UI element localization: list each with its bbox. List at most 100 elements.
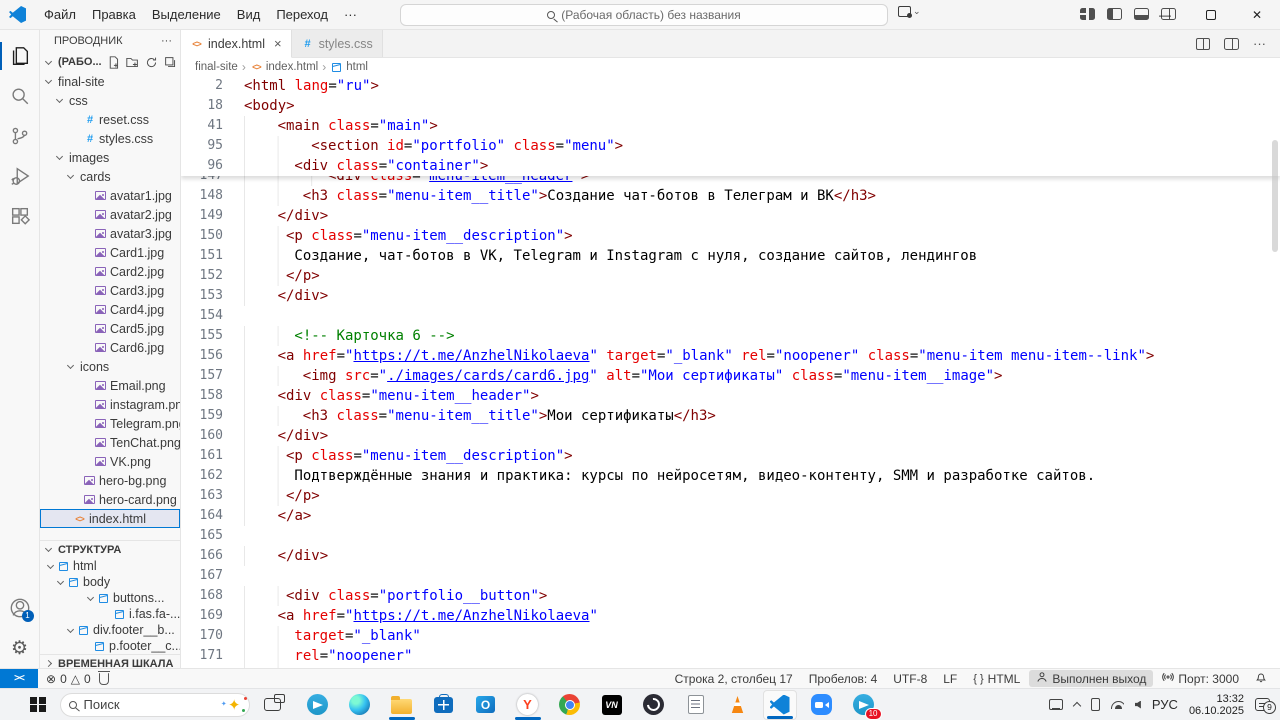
settings-gear-icon[interactable]: ⚙ <box>0 628 40 668</box>
line-number[interactable]: 155 <box>181 326 223 346</box>
code-line[interactable]: 95 <section id = "portfolio" class = "menu" > <box>181 136 1280 156</box>
problems-status[interactable]: ⊗ 0 △ 0 <box>38 670 117 686</box>
code-line[interactable]: 166 </div> <box>181 546 1280 566</box>
status-port[interactable]: Порт: 3000 <box>1155 670 1246 687</box>
tree-item[interactable]: TenChat.png <box>40 433 180 452</box>
line-number[interactable]: 41 <box>181 116 223 136</box>
new-folder-icon[interactable] <box>125 56 139 69</box>
tree-item[interactable]: Card3.jpg <box>40 281 180 300</box>
line-number[interactable]: 2 <box>181 76 223 96</box>
notification-center-icon[interactable]: 9 <box>1255 698 1276 714</box>
code-line[interactable]: 160 </div> <box>181 426 1280 446</box>
code-line[interactable]: 2 <html lang = "ru" > <box>181 76 1280 96</box>
taskbar-app-zoom[interactable] <box>805 690 839 720</box>
outline-item[interactable]: div.footer__b... <box>40 622 180 638</box>
tree-item[interactable]: cards <box>40 167 180 186</box>
tree-item[interactable]: final-site <box>40 72 180 91</box>
taskbar-app-store[interactable] <box>427 690 461 720</box>
timeline-section-header[interactable]: ВРЕМЕННАЯ ШКАЛА <box>40 654 180 668</box>
line-number[interactable]: 95 <box>181 136 223 156</box>
menubar-item[interactable]: Выделение <box>144 3 229 26</box>
tree-item[interactable]: # reset.css <box>40 110 180 129</box>
line-number[interactable]: 147 <box>181 176 223 186</box>
collapse-folders-icon[interactable] <box>164 56 177 69</box>
status-bell[interactable] <box>1248 670 1274 687</box>
command-center[interactable]: (Рабочая область) без названия <box>400 4 888 26</box>
code-line[interactable]: 155 <!-- Карточка 6 --> <box>181 326 1280 346</box>
code-line[interactable]: 149 </div> <box>181 206 1280 226</box>
line-number[interactable]: 171 <box>181 646 223 666</box>
close-button[interactable]: ✕ <box>1234 0 1280 30</box>
menubar-item[interactable]: Вид <box>229 3 269 26</box>
line-number[interactable]: 96 <box>181 156 223 176</box>
code-line[interactable]: 154 <box>181 306 1280 326</box>
tree-item[interactable]: <> index.html <box>40 509 180 528</box>
outline-item[interactable]: body <box>40 574 180 590</box>
taskbar-app-chrome[interactable] <box>553 690 587 720</box>
line-number[interactable]: 158 <box>181 386 223 406</box>
media-tray-icon[interactable] <box>1048 699 1063 710</box>
line-number[interactable]: 164 <box>181 506 223 526</box>
tree-item[interactable]: avatar3.jpg <box>40 224 180 243</box>
status-cursor[interactable]: Строка 2, столбец 17 <box>668 671 800 687</box>
line-number[interactable]: 163 <box>181 486 223 506</box>
line-number[interactable]: 161 <box>181 446 223 466</box>
line-number[interactable]: 169 <box>181 606 223 626</box>
new-file-icon[interactable] <box>107 55 120 69</box>
launch-profile-button[interactable]: ⌄ <box>898 6 921 18</box>
code-line[interactable]: 148 <h3 class = "menu-item__title" > Создание… <box>181 186 1280 206</box>
tree-item[interactable]: avatar2.jpg <box>40 205 180 224</box>
workspace-row[interactable]: (РАБО... <box>40 52 180 72</box>
code-line[interactable]: 158 <div class = "menu-item__header" > <box>181 386 1280 406</box>
tree-item[interactable]: Card5.jpg <box>40 319 180 338</box>
line-number[interactable]: 159 <box>181 406 223 426</box>
editor-layout-icon[interactable] <box>1224 37 1239 50</box>
code-line[interactable]: 41 <main class = "main" > <box>181 116 1280 136</box>
code-line[interactable]: 147<div class="menu-item__header"> <box>181 176 1280 186</box>
menubar-item[interactable]: Правка <box>84 3 144 26</box>
code-line[interactable]: 164 </a> <box>181 506 1280 526</box>
task-view-icon[interactable] <box>263 694 285 711</box>
outline-section-header[interactable]: СТРУКТУРА <box>40 540 180 558</box>
line-number[interactable]: 168 <box>181 586 223 606</box>
line-number[interactable]: 154 <box>181 306 223 326</box>
menubar-item[interactable]: Переход <box>268 3 336 26</box>
line-number[interactable]: 165 <box>181 526 223 546</box>
tree-item[interactable]: instagram.png <box>40 395 180 414</box>
menubar-item[interactable]: Файл <box>36 3 84 26</box>
line-number[interactable]: 167 <box>181 566 223 586</box>
status-signout[interactable]: Выполнен выход <box>1029 670 1154 687</box>
taskbar-app-docs[interactable] <box>679 690 713 720</box>
run-debug-icon[interactable] <box>0 156 40 196</box>
code-line[interactable]: 171 rel = "noopener" <box>181 646 1280 666</box>
toggle-sidebar-icon[interactable] <box>1107 8 1122 20</box>
taskbar-app-vlc[interactable] <box>721 690 755 720</box>
outline-item[interactable]: p.footer__c... <box>40 638 180 654</box>
explorer-more-icon[interactable]: ··· <box>161 35 172 47</box>
code-editor[interactable]: 2 <html lang = "ru" >18 <body> 41 <main class = "… <box>181 76 1280 668</box>
taskbar-app-vn[interactable] <box>595 690 629 720</box>
split-editor-icon[interactable] <box>1196 37 1210 50</box>
tree-item[interactable]: Card4.jpg <box>40 300 180 319</box>
customize-layout-icon[interactable] <box>1080 8 1095 20</box>
breadcrumb-item[interactable]: final-site <box>195 61 238 73</box>
editor-tab[interactable]: # styles.css <box>291 30 383 57</box>
code-line[interactable]: 165 <box>181 526 1280 546</box>
account-icon[interactable]: 1 <box>0 588 40 628</box>
line-number[interactable]: 153 <box>181 286 223 306</box>
code-line[interactable]: 169 <a href = " https://t.me/AnzhelNikolaeva… <box>181 606 1280 626</box>
tree-item[interactable]: Card2.jpg <box>40 262 180 281</box>
line-number[interactable]: 162 <box>181 466 223 486</box>
code-line[interactable]: 167 <box>181 566 1280 586</box>
code-line[interactable]: 150 <p class = "menu-item__description" > <box>181 226 1280 246</box>
volume-icon[interactable] <box>1134 700 1141 709</box>
extension-status-icon[interactable] <box>97 670 110 685</box>
refresh-icon[interactable] <box>145 56 158 69</box>
status-eol[interactable]: LF <box>936 671 964 687</box>
status-encoding[interactable]: UTF-8 <box>886 671 934 687</box>
code-line[interactable]: 151 Создание, чат-ботов в VK, Telegram и … <box>181 246 1280 266</box>
line-number[interactable]: 151 <box>181 246 223 266</box>
line-number[interactable]: 150 <box>181 226 223 246</box>
explorer-icon[interactable] <box>0 36 40 76</box>
clock[interactable]: 13:32 06.10.2025 <box>1189 693 1244 717</box>
